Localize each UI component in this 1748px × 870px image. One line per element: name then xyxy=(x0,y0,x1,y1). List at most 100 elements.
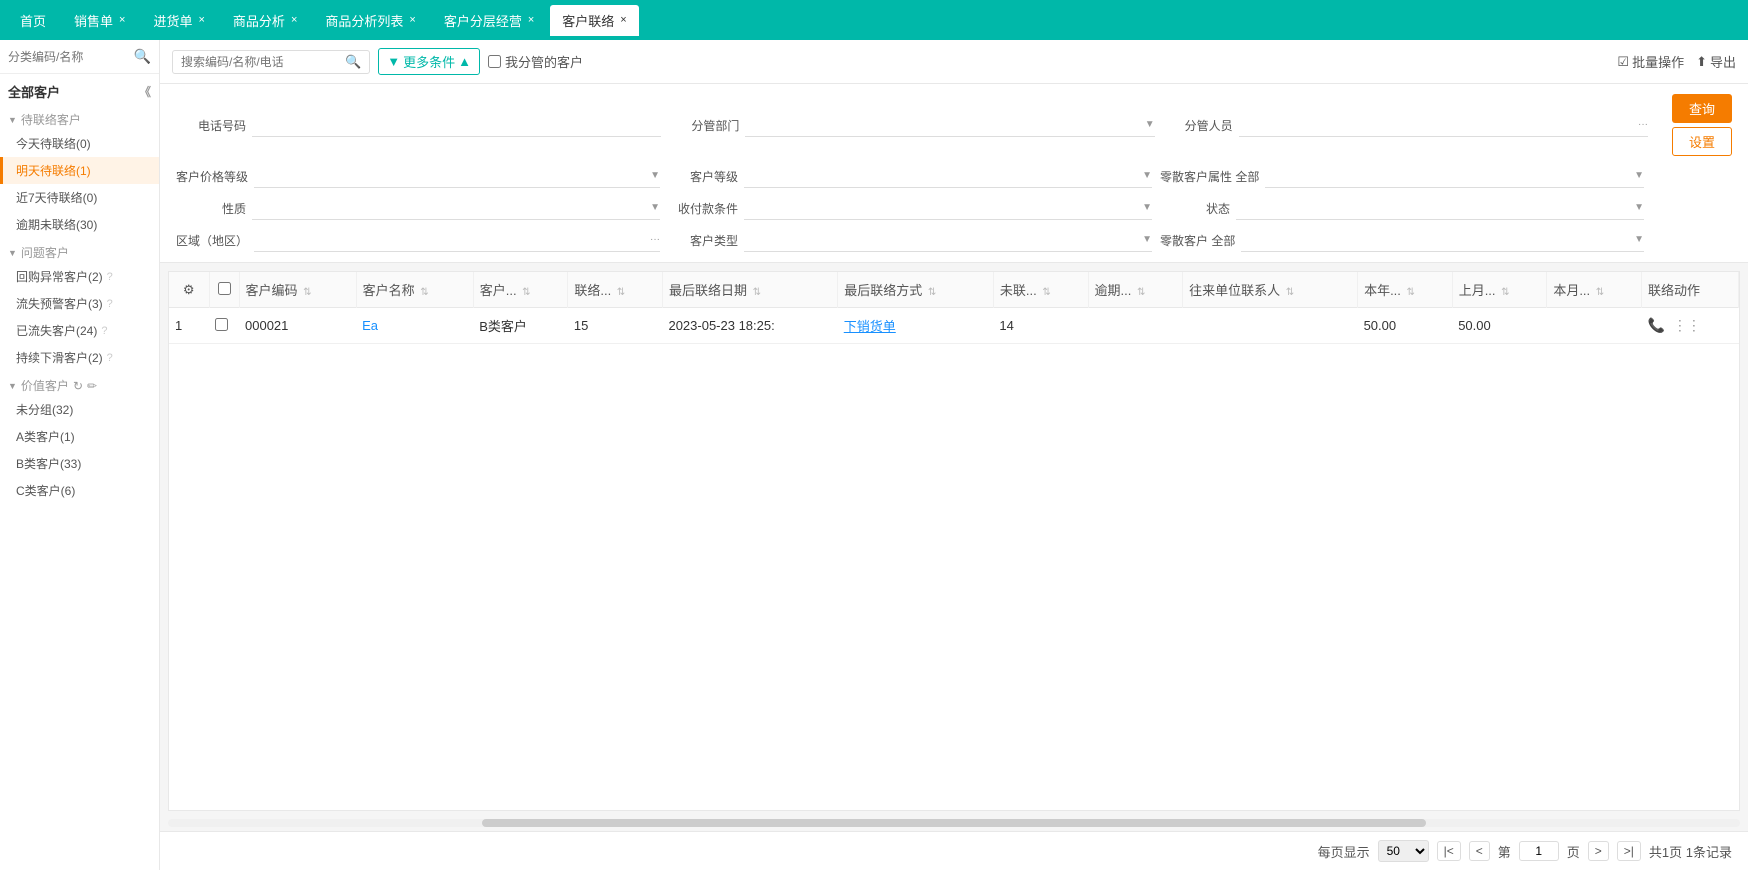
sidebar-item-ungrouped[interactable]: 未分组(32) xyxy=(0,396,159,423)
sort-icon[interactable]: ⇅ xyxy=(1501,287,1509,298)
filter-phone-input[interactable] xyxy=(252,113,661,137)
filter-retail-attr-select[interactable]: ▼ xyxy=(1265,164,1644,188)
sidebar-item-churn-warning[interactable]: 流失预警客户(3) ? xyxy=(0,290,159,317)
sort-icon[interactable]: ⇅ xyxy=(303,287,311,298)
close-icon[interactable]: × xyxy=(409,14,415,26)
sidebar: 🔍 全部客户 《 待联络客户 今天待联络(0) 明天待联络(1) 近7天待联络(… xyxy=(0,40,160,870)
all-customers-header[interactable]: 全部客户 《 xyxy=(0,74,159,105)
sidebar-search-icon[interactable]: 🔍 xyxy=(134,48,151,65)
row-overdue xyxy=(1088,308,1183,344)
sidebar-search-input[interactable] xyxy=(8,50,130,64)
filter-dept-select[interactable]: ▼ xyxy=(745,113,1154,137)
col-overdue: 逾期... ⇅ xyxy=(1088,272,1183,308)
filter-row-2: 客户价格等级 ▼ 客户等级 ▼ 零散客户属性 全部 xyxy=(176,164,1732,188)
filter-region-select[interactable]: ··· xyxy=(254,228,660,252)
sort-icon[interactable]: ⇅ xyxy=(928,287,936,298)
close-icon[interactable]: × xyxy=(291,14,297,26)
sort-icon[interactable]: ⇅ xyxy=(1286,287,1294,298)
row-contact-count: 15 xyxy=(568,308,663,344)
filter-payment-select[interactable]: ▼ xyxy=(744,196,1152,220)
nav-customer-contact[interactable]: 客户联络 × xyxy=(550,5,638,36)
row-this-year: 50.00 xyxy=(1358,308,1453,344)
toolbar-right: ☑ 批量操作 ⬆ 导出 xyxy=(1617,52,1736,71)
filter-status-select[interactable]: ▼ xyxy=(1236,196,1644,220)
row-checkbox[interactable] xyxy=(209,308,239,344)
sort-icon[interactable]: ⇅ xyxy=(420,287,428,298)
sort-icon[interactable]: ⇅ xyxy=(1596,287,1604,298)
close-icon[interactable]: × xyxy=(528,14,534,26)
table-settings-col[interactable]: ⚙ xyxy=(169,272,209,308)
table-checkbox-col[interactable] xyxy=(209,272,239,308)
sort-icon[interactable]: ⇅ xyxy=(1137,287,1145,298)
settings-button[interactable]: 设置 xyxy=(1672,127,1732,156)
grid-action-icon[interactable]: ⋮⋮ xyxy=(1673,317,1701,334)
sort-icon[interactable]: ⇅ xyxy=(522,287,530,298)
more-filters-button[interactable]: ▼ 更多条件 ▲ xyxy=(378,48,480,75)
col-last-contact-method: 最后联络方式 ⇅ xyxy=(838,272,994,308)
filter-person-select[interactable]: ··· xyxy=(1239,113,1648,137)
close-icon[interactable]: × xyxy=(620,14,626,26)
filter-region: 区域（地区） ··· xyxy=(176,228,660,252)
sidebar-item-declining[interactable]: 持续下滑客户(2) ? xyxy=(0,344,159,371)
checkbox-icon: ☑ xyxy=(1617,54,1629,70)
collapse-icon[interactable]: 《 xyxy=(139,83,151,100)
search-input[interactable] xyxy=(181,55,341,69)
close-icon[interactable]: × xyxy=(198,14,204,26)
filter-customer-type-select[interactable]: ▼ xyxy=(744,228,1152,252)
sort-icon[interactable]: ⇅ xyxy=(1042,287,1050,298)
row-select-checkbox[interactable] xyxy=(215,318,228,331)
horizontal-scrollbar[interactable] xyxy=(168,819,1740,827)
phone-action-icon[interactable]: 📞 xyxy=(1647,317,1664,334)
col-customer-name: 客户名称 ⇅ xyxy=(356,272,473,308)
sidebar-item-tomorrow-contact[interactable]: 明天待联络(1) xyxy=(0,157,159,184)
sidebar-item-7day-contact[interactable]: 近7天待联络(0) xyxy=(0,184,159,211)
nav-home[interactable]: 首页 xyxy=(8,5,58,36)
sort-icon[interactable]: ⇅ xyxy=(753,287,761,298)
sidebar-item-repurchase-abnormal[interactable]: 回购异常客户(2) ? xyxy=(0,263,159,290)
page-size-label: 每页显示 xyxy=(1318,842,1370,861)
nav-product-analysis[interactable]: 商品分析 × xyxy=(221,5,309,36)
filter-nature-select[interactable]: ▼ xyxy=(252,196,660,220)
my-customers-checkbox-label[interactable]: 我分管的客户 xyxy=(488,52,583,71)
nav-product-analysis-list[interactable]: 商品分析列表 × xyxy=(313,5,427,36)
filter-nature-label: 性质 xyxy=(176,200,246,217)
sidebar-item-c-class[interactable]: C类客户(6) xyxy=(0,477,159,504)
my-customers-checkbox[interactable] xyxy=(488,55,501,68)
filter-retail-customer-select[interactable]: ▼ xyxy=(1241,228,1644,252)
nav-purchase-order[interactable]: 进货单 × xyxy=(141,5,216,36)
sidebar-item-overdue-contact[interactable]: 逾期未联络(30) xyxy=(0,211,159,238)
sidebar-item-churned[interactable]: 已流失客户(24) ? xyxy=(0,317,159,344)
row-last-contact-method[interactable]: 下销货单 xyxy=(838,308,994,344)
toolbar-search-icon[interactable]: 🔍 xyxy=(345,54,361,70)
query-button[interactable]: 查询 xyxy=(1672,94,1732,123)
filter-customer-type: 客户类型 ▼ xyxy=(668,228,1152,252)
last-page-button[interactable]: >| xyxy=(1617,841,1641,861)
sidebar-item-b-class[interactable]: B类客户(33) xyxy=(0,450,159,477)
prev-page-button[interactable]: < xyxy=(1469,841,1490,861)
select-all-checkbox[interactable] xyxy=(218,282,231,295)
filter-nature: 性质 ▼ xyxy=(176,196,660,220)
refresh-icon[interactable]: ↻ xyxy=(73,379,83,393)
page-size-select[interactable]: 50 10 20 100 xyxy=(1378,840,1429,862)
page-number-input[interactable] xyxy=(1519,841,1559,861)
nav-sales-order[interactable]: 销售单 × xyxy=(62,5,137,36)
export-button[interactable]: ⬆ 导出 xyxy=(1696,52,1736,71)
scrollbar-thumb[interactable] xyxy=(482,819,1425,827)
table-row: 1 000021 Ea B类客户 15 2023-05-23 18:25: 下销… xyxy=(169,308,1739,344)
sidebar-item-today-contact[interactable]: 今天待联络(0) xyxy=(0,130,159,157)
filter-customer-level-select[interactable]: ▼ xyxy=(744,164,1152,188)
sidebar-item-a-class[interactable]: A类客户(1) xyxy=(0,423,159,450)
close-icon[interactable]: × xyxy=(119,14,125,26)
row-unit-contact xyxy=(1183,308,1358,344)
nav-customer-tiering[interactable]: 客户分层经营 × xyxy=(432,5,546,36)
edit-icon[interactable]: ✏ xyxy=(87,379,97,393)
filter-price-level-select[interactable]: ▼ xyxy=(254,164,660,188)
batch-ops-button[interactable]: ☑ 批量操作 xyxy=(1617,52,1684,71)
data-table-wrapper: ⚙ 客户编码 ⇅ 客户名称 ⇅ 客户... ⇅ 联络... ⇅ 最后联络日期 ⇅… xyxy=(168,271,1740,811)
chevron-down-icon: ▼ xyxy=(1145,119,1155,130)
row-name[interactable]: Ea xyxy=(356,308,473,344)
sort-icon[interactable]: ⇅ xyxy=(1407,287,1415,298)
sort-icon[interactable]: ⇅ xyxy=(617,287,625,298)
next-page-button[interactable]: > xyxy=(1588,841,1609,861)
first-page-button[interactable]: |< xyxy=(1437,841,1461,861)
